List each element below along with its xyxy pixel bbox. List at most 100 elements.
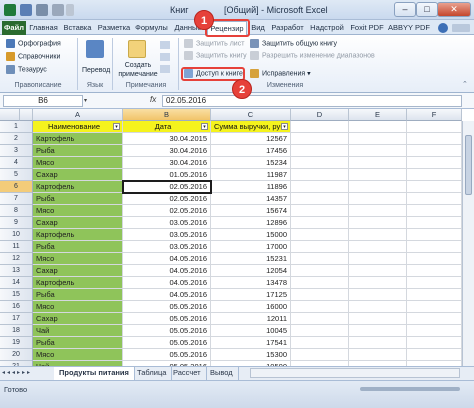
row-header[interactable]: 14: [0, 277, 33, 289]
empty-cell[interactable]: [407, 121, 462, 133]
empty-cell[interactable]: [291, 217, 349, 229]
research-button[interactable]: Справочники: [6, 52, 60, 61]
empty-cell[interactable]: [407, 217, 462, 229]
table-header-cell[interactable]: Наименование: [33, 121, 123, 133]
ribbon-window-controls[interactable]: [452, 24, 470, 32]
table-cell[interactable]: 04.05.2016: [123, 265, 211, 277]
table-cell[interactable]: 12567: [211, 133, 291, 145]
empty-cell[interactable]: [407, 241, 462, 253]
empty-cell[interactable]: [349, 289, 407, 301]
table-cell[interactable]: Чай: [33, 325, 123, 337]
empty-cell[interactable]: [407, 325, 462, 337]
empty-cell[interactable]: [407, 253, 462, 265]
table-cell[interactable]: Рыба: [33, 289, 123, 301]
empty-cell[interactable]: [291, 265, 349, 277]
table-cell[interactable]: Рыба: [33, 145, 123, 157]
table-cell[interactable]: Сахар: [33, 265, 123, 277]
empty-cell[interactable]: [349, 133, 407, 145]
row-header[interactable]: 18: [0, 325, 33, 337]
empty-cell[interactable]: [407, 349, 462, 361]
row-header[interactable]: 6: [0, 181, 33, 193]
row-header[interactable]: 15: [0, 289, 33, 301]
empty-cell[interactable]: [349, 253, 407, 265]
table-cell[interactable]: Картофель: [33, 277, 123, 289]
row-header[interactable]: 8: [0, 205, 33, 217]
column-header-d[interactable]: D: [291, 109, 349, 121]
table-cell[interactable]: 05.05.2016: [123, 313, 211, 325]
sheet-nav-arrows[interactable]: ◂◂◂▸▸▸: [2, 369, 42, 378]
table-cell[interactable]: Картофель: [33, 229, 123, 241]
table-cell[interactable]: 17541: [211, 337, 291, 349]
row-header[interactable]: 19: [0, 337, 33, 349]
row-header[interactable]: 1: [0, 121, 33, 133]
empty-cell[interactable]: [349, 181, 407, 193]
maximize-button[interactable]: □: [416, 2, 438, 17]
table-header-cell[interactable]: Сумма выручки, руб: [211, 121, 291, 133]
empty-cell[interactable]: [407, 301, 462, 313]
sheet-tab-products[interactable]: Продукты питания: [54, 367, 135, 380]
table-cell[interactable]: 04.05.2016: [123, 289, 211, 301]
table-cell[interactable]: Сахар: [33, 169, 123, 181]
undo-icon[interactable]: [36, 4, 48, 16]
table-cell[interactable]: 05.05.2016: [123, 337, 211, 349]
column-header-c[interactable]: C: [211, 109, 291, 121]
empty-cell[interactable]: [291, 169, 349, 181]
help-icon[interactable]: [438, 23, 448, 33]
table-cell[interactable]: 13478: [211, 277, 291, 289]
empty-cell[interactable]: [291, 253, 349, 265]
empty-cell[interactable]: [349, 169, 407, 181]
table-cell[interactable]: 17456: [211, 145, 291, 157]
select-all-corner[interactable]: [0, 109, 20, 121]
table-cell[interactable]: 04.05.2016: [123, 253, 211, 265]
row-header[interactable]: 10: [0, 229, 33, 241]
table-cell[interactable]: Мясо: [33, 349, 123, 361]
spelling-button[interactable]: Орфография: [6, 39, 61, 48]
empty-cell[interactable]: [291, 193, 349, 205]
empty-cell[interactable]: [349, 301, 407, 313]
table-cell[interactable]: Сахар: [33, 313, 123, 325]
empty-cell[interactable]: [407, 181, 462, 193]
minimize-button[interactable]: –: [394, 2, 416, 17]
protect-sheet-button[interactable]: Защитить лист: [184, 39, 244, 48]
table-cell[interactable]: 01.05.2016: [123, 169, 211, 181]
name-box-dropdown-icon[interactable]: ▾: [84, 97, 87, 104]
track-changes-button[interactable]: Исправления ▾: [250, 69, 311, 78]
empty-cell[interactable]: [349, 349, 407, 361]
column-header-a[interactable]: A: [33, 109, 123, 121]
row-header[interactable]: 7: [0, 193, 33, 205]
empty-cell[interactable]: [291, 133, 349, 145]
table-cell[interactable]: 03.05.2016: [123, 229, 211, 241]
empty-cell[interactable]: [349, 193, 407, 205]
table-cell[interactable]: 04.05.2016: [123, 277, 211, 289]
row-header[interactable]: 4: [0, 157, 33, 169]
table-cell[interactable]: 30.04.2016: [123, 145, 211, 157]
empty-cell[interactable]: [349, 157, 407, 169]
empty-cell[interactable]: [349, 205, 407, 217]
empty-cell[interactable]: [291, 157, 349, 169]
collapse-ribbon-icon[interactable]: ⌃: [462, 80, 470, 88]
empty-cell[interactable]: [407, 337, 462, 349]
row-header[interactable]: 12: [0, 253, 33, 265]
empty-cell[interactable]: [291, 205, 349, 217]
translate-button[interactable]: Перевод: [82, 67, 110, 74]
empty-cell[interactable]: [349, 229, 407, 241]
empty-cell[interactable]: [407, 205, 462, 217]
empty-cell[interactable]: [407, 145, 462, 157]
empty-cell[interactable]: [291, 325, 349, 337]
table-cell[interactable]: Мясо: [33, 301, 123, 313]
table-cell[interactable]: Картофель: [33, 181, 123, 193]
empty-cell[interactable]: [407, 313, 462, 325]
table-cell[interactable]: Рыба: [33, 193, 123, 205]
protect-book-button[interactable]: Защитить книгу: [184, 51, 247, 60]
close-button[interactable]: ✕: [437, 2, 471, 17]
function-icon[interactable]: fx: [150, 95, 156, 104]
sheet-tab-calc[interactable]: Рассчет: [168, 367, 207, 380]
active-cell[interactable]: 02.05.2016: [122, 180, 212, 194]
table-cell[interactable]: Рыба: [33, 241, 123, 253]
table-cell[interactable]: 12896: [211, 217, 291, 229]
empty-cell[interactable]: [407, 277, 462, 289]
empty-cell[interactable]: [407, 133, 462, 145]
empty-cell[interactable]: [349, 265, 407, 277]
table-cell[interactable]: 11987: [211, 169, 291, 181]
table-cell[interactable]: 02.05.2016: [123, 205, 211, 217]
